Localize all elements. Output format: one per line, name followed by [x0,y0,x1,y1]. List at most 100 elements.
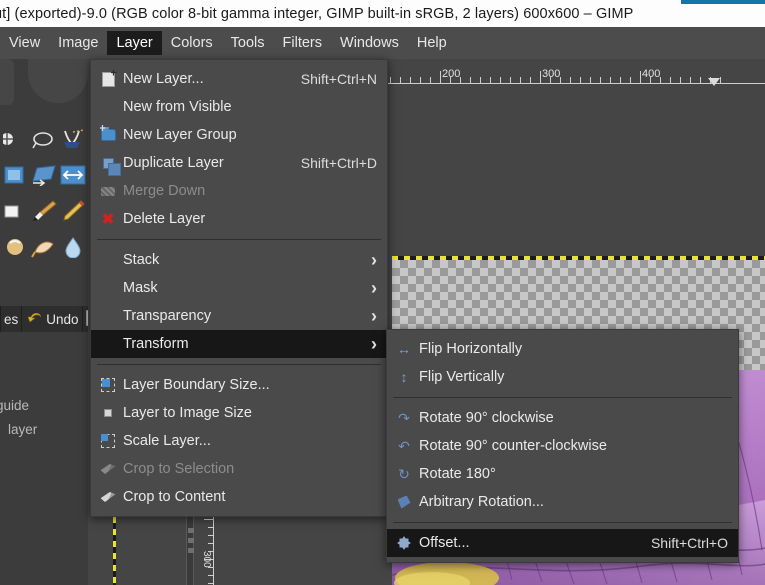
ruler-tick [570,77,571,83]
menu-item-mask[interactable]: Mask › [91,274,387,302]
menubar-item-colors[interactable]: Colors [162,31,222,56]
menu-item-scale-layer[interactable]: Scale Layer... [91,427,387,455]
vruler-tick [208,527,213,528]
rotate-ccw-icon: ↶ [398,438,410,454]
menubar-item-tools[interactable]: Tools [222,31,274,56]
ruler-tick [410,77,411,83]
menubar-item-filters[interactable]: Filters [274,31,331,56]
dock-line-guide: guide [0,398,30,413]
menu-item-new-from-visible[interactable]: New from Visible [91,93,387,121]
ruler-tick [640,71,641,83]
menu-item-offset[interactable]: Offset... Shift+Ctrl+O [387,529,738,557]
blur-tool[interactable] [59,230,88,264]
menu-item-rotate-90-clockwise[interactable]: ↷ Rotate 90° clockwise [387,404,738,432]
new-layer-icon [95,65,121,93]
menu-item-new-layer[interactable]: New Layer... Shift+Ctrl+N [91,65,387,93]
image-thumbnail-icon [85,309,88,329]
scissors-select-tool[interactable] [59,122,88,156]
vruler-tick [208,583,213,584]
menubar-item-help[interactable]: Help [408,31,456,56]
menu-item-label: Mask [123,280,158,296]
menu-item-label: Flip Vertically [419,369,505,385]
ruler-tick [420,77,421,83]
menu-item-rotate-90-counter-clockwise[interactable]: ↶ Rotate 90° counter-clockwise [387,432,738,460]
ruler-tick [600,77,601,83]
flip-horizontal-icon: ↔ [397,341,411,357]
ruler-tick [500,77,501,83]
menu-item-arbitrary-rotation[interactable]: Arbitrary Rotation... [387,488,738,516]
layer-menu[interactable]: New Layer... Shift+Ctrl+N New from Visible… [90,59,388,517]
gimp-window: ut] (exported)-9.0 (RGB color 8-bit gamm… [0,0,765,585]
eraser-tool[interactable] [0,194,29,228]
ruler-tick [630,77,631,83]
toolbox-ghost-left [0,59,14,105]
menu-item-label: Offset... [419,535,470,551]
vertical-ruler[interactable]: 300 [200,517,216,585]
menu-separator [393,397,732,398]
foreground-select-tool[interactable] [0,122,29,156]
ruler-label: 300 [542,68,561,80]
menu-item-flip-vertically[interactable]: ↕ Flip Vertically [387,363,738,391]
rotate-cw-icon: ↷ [398,410,410,426]
menu-item-crop-to-content[interactable]: Crop to Content [91,483,387,511]
pencil-tool[interactable] [59,194,88,228]
menu-item-label: Delete Layer [123,211,206,227]
menubar-item-image[interactable]: Image [49,31,107,56]
menu-item-transform[interactable]: Transform › [91,330,387,358]
free-select-tool[interactable] [29,122,58,156]
toolbox-ghost-dome [28,59,88,103]
menu-item-delete-layer[interactable]: ✖ Delete Layer [91,205,387,233]
clone-tool[interactable] [0,230,29,264]
menu-item-label: Transparency [123,308,212,324]
menu-item-label: Arbitrary Rotation... [419,494,544,510]
ruler-tick [390,77,391,83]
vruler-tick [208,535,213,536]
ruler-tick [520,77,521,83]
vertical-scroll-handle[interactable] [186,510,194,585]
paintbrush-tool[interactable] [29,194,58,228]
ruler-tick [510,77,511,83]
undo-button[interactable]: Undo [22,306,83,332]
menu-item-label: Flip Horizontally [419,341,523,357]
image-thumbnail-button[interactable] [83,306,88,332]
truncated-tab-label[interactable]: es [0,306,23,332]
menu-item-label: Stack [123,252,160,268]
menu-item-transparency[interactable]: Transparency › [91,302,387,330]
menu-item-rotate-180[interactable]: ↻ Rotate 180° [387,460,738,488]
menu-item-flip-horizontally[interactable]: ↔ Flip Horizontally [387,335,738,363]
menu-item-new-layer-group[interactable]: New Layer Group [91,121,387,149]
ruler-tick [550,77,551,83]
window-titlebar: ut] (exported)-9.0 (RGB color 8-bit gamm… [0,0,765,27]
duplicate-layer-icon [95,149,121,177]
transform-submenu[interactable]: ↔ Flip Horizontally ↕ Flip Vertically ↷ Rotat… [386,329,739,563]
menubar-item-view[interactable]: View [0,31,49,56]
chevron-right-icon: › [371,333,377,354]
ruler-tick [590,77,591,83]
crop-to-selection-icon [95,455,121,483]
ruler-tick [430,77,431,83]
no-icon [95,93,121,121]
menu-item-label: Layer Boundary Size... [123,377,270,393]
menubar-item-layer[interactable]: Layer [107,30,162,56]
menubar-item-windows[interactable]: Windows [331,31,408,56]
flip-tool[interactable] [59,158,88,192]
menu-item-duplicate-layer[interactable]: Duplicate Layer Shift+Ctrl+D [91,149,387,177]
menu-item-merge-down: Merge Down [91,177,387,205]
no-icon [95,302,121,330]
ruler-tick [610,77,611,83]
ruler-label: 400 [642,68,661,80]
tool-grid [0,121,88,265]
smudge-tool[interactable] [29,230,58,264]
ruler-tick [490,77,491,83]
menu-item-label: Layer to Image Size [123,405,252,421]
menu-item-layer-to-image-size[interactable]: Layer to Image Size [91,399,387,427]
menu-item-stack[interactable]: Stack › [91,246,387,274]
no-icon [95,246,121,274]
perspective-tool[interactable] [0,158,29,192]
dock-status-strip: es Undo [0,306,88,332]
menu-item-layer-boundary-size[interactable]: Layer Boundary Size... [91,371,387,399]
ruler-tick [450,77,451,83]
offset-icon [391,529,417,557]
ruler-tick [560,77,561,83]
shear-tool[interactable] [29,158,58,192]
